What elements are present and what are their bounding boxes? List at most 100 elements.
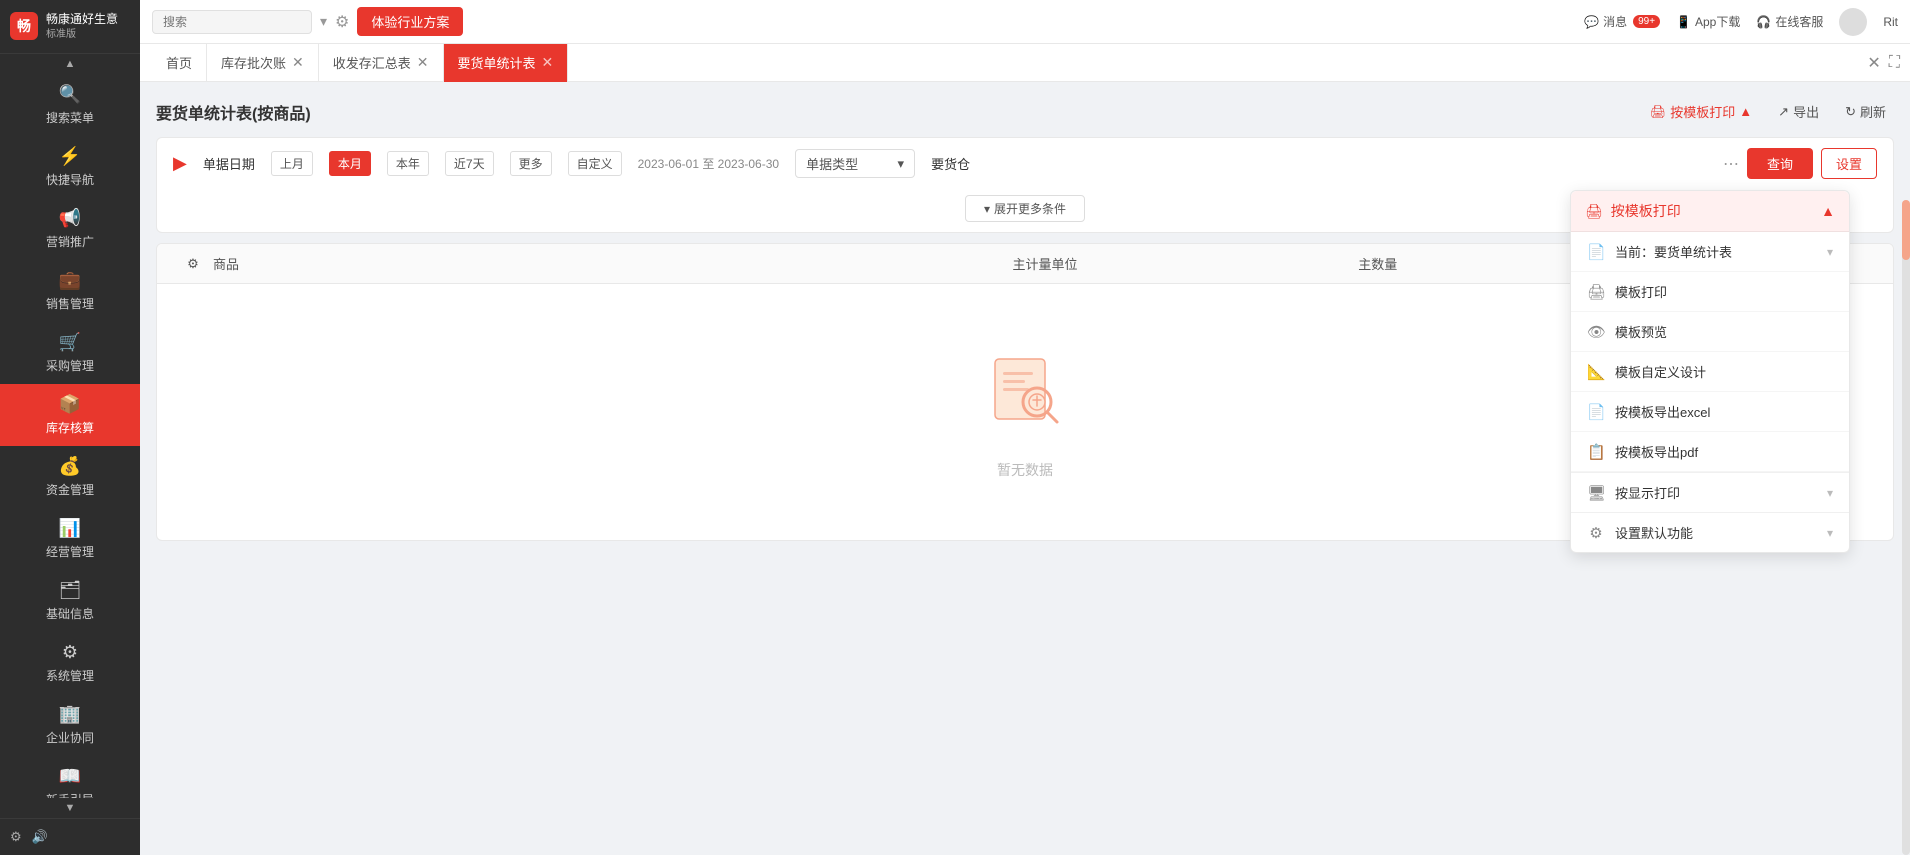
avatar[interactable] (1839, 8, 1867, 36)
dropdown-default-feature[interactable]: ⚙ 设置默认功能 ▾ (1571, 512, 1849, 552)
search-chevron-icon[interactable]: ▾ (320, 13, 327, 30)
headset-icon: 🎧 (1756, 15, 1771, 29)
sidebar-item-enterprise[interactable]: 🏢 企业协同 (0, 694, 140, 756)
more-options-icon[interactable]: ⋯ (1723, 154, 1739, 174)
search-input[interactable] (152, 10, 312, 34)
close-window-icon[interactable]: ✕ (1867, 53, 1880, 73)
sales-icon: 💼 (59, 270, 81, 291)
type-filter-select[interactable]: 单据类型 ▾ (795, 149, 915, 178)
date-this-month-btn[interactable]: 本月 (329, 151, 371, 176)
current-template-icon: 📄 (1587, 243, 1605, 261)
expand-more-btn[interactable]: ▾ 展开更多条件 (965, 195, 1085, 222)
th-settings[interactable]: ⚙ (173, 256, 213, 272)
empty-text: 暂无数据 (997, 460, 1053, 480)
sidebar-item-system[interactable]: ⚙ 系统管理 (0, 632, 140, 694)
export-excel-label: 按模板导出excel (1615, 402, 1710, 421)
sidebar-item-quicknav[interactable]: ⚡ 快捷导航 (0, 136, 140, 198)
filter-expand-icon[interactable]: ▶ (173, 153, 187, 174)
date-custom-btn[interactable]: 自定义 (568, 151, 622, 176)
settings-icon[interactable]: ⚙ (10, 829, 22, 845)
topbar: ▾ ⚙ 体验行业方案 💬 消息 99+ 📱 App下载 🎧 在线客服 Rit (140, 0, 1910, 44)
dropdown-export-excel[interactable]: 📄 按模板导出excel (1571, 392, 1849, 432)
scrollbar-thumb[interactable] (1902, 200, 1910, 260)
tab-close-icon[interactable]: ✕ (417, 54, 429, 71)
date-7days-btn[interactable]: 近7天 (445, 151, 494, 176)
dropdown-current-template[interactable]: 📄 当前：要货单统计表 ▾ (1571, 232, 1849, 272)
dropdown-chevron-icon: ▲ (1821, 203, 1835, 219)
display-print-chevron: ▾ (1827, 486, 1833, 500)
template-design-icon: 📐 (1587, 363, 1605, 381)
dropdown-header-left: 🖨 按模板打印 (1585, 201, 1681, 221)
sidebar-item-label: 营销推广 (46, 233, 94, 250)
date-this-year-btn[interactable]: 本年 (387, 151, 429, 176)
sidebar: 畅 畅康通好生意 标准版 ▲ 🔍 搜索菜单 ⚡ 快捷导航 📢 营销推广 💼 销售… (0, 0, 140, 855)
dropdown-export-pdf[interactable]: 📋 按模板导出pdf (1571, 432, 1849, 472)
refresh-btn[interactable]: ↻ 刷新 (1837, 98, 1894, 125)
dropdown-template-preview[interactable]: 👁 模板预览 (1571, 312, 1849, 352)
sidebar-item-purchase[interactable]: 🛒 采购管理 (0, 322, 140, 384)
enterprise-icon: 🏢 (59, 704, 81, 725)
maximize-icon[interactable]: ⛶ (1889, 54, 1900, 72)
page-title: 要货单统计表(按商品) (156, 100, 311, 124)
dropdown-template-print[interactable]: 🖨 模板打印 (1571, 272, 1849, 312)
export-excel-icon: 📄 (1587, 403, 1605, 421)
export-btn[interactable]: ↗ 导出 (1770, 98, 1827, 125)
settings-btn[interactable]: 设置 (1821, 148, 1877, 179)
tab-order-stats-label: 要货单统计表 (458, 53, 536, 72)
print-template-dropdown: 🖨 按模板打印 ▲ 📄 当前：要货单统计表 ▾ 🖨 模板打印 👁 模板预览 📐 (1570, 190, 1850, 553)
sidebar-item-operations[interactable]: 📊 经营管理 (0, 508, 140, 570)
content-area: 要货单统计表(按商品) 🖨 按模板打印 ▲ ↗ 导出 ↻ 刷新 (140, 82, 1910, 855)
sidebar-item-sales[interactable]: 💼 销售管理 (0, 260, 140, 322)
current-template-label: 当前：要货单统计表 (1615, 242, 1732, 261)
tab-home[interactable]: 首页 (152, 44, 207, 82)
app-download-btn[interactable]: 📱 App下载 (1676, 13, 1740, 30)
sidebar-item-label: 销售管理 (46, 295, 94, 312)
sidebar-item-search[interactable]: 🔍 搜索菜单 (0, 74, 140, 136)
tab-inventory-batch[interactable]: 库存批次账 ✕ (207, 44, 319, 82)
th-unit: 主计量单位 (879, 254, 1212, 273)
dropdown-template-design[interactable]: 📐 模板自定义设计 (1571, 352, 1849, 392)
sidebar-item-basic[interactable]: 🗂 基础信息 (0, 570, 140, 632)
print-template-btn[interactable]: 🖨 按模板打印 ▲ (1642, 98, 1760, 125)
template-preview-label: 模板预览 (1615, 322, 1667, 341)
topbar-settings-icon[interactable]: ⚙ (335, 12, 349, 32)
filter-row: ▶ 单据日期 上月 本月 本年 近7天 更多 自定义 2023-06-01 至 … (173, 148, 1877, 179)
app-version: 标准版 (46, 28, 118, 41)
dropdown-header[interactable]: 🖨 按模板打印 ▲ (1571, 191, 1849, 232)
logo-icon: 畅 (10, 12, 38, 40)
date-last-month-btn[interactable]: 上月 (271, 151, 313, 176)
tab-receivable-summary[interactable]: 收发存汇总表 ✕ (319, 44, 444, 82)
template-design-label: 模板自定义设计 (1615, 362, 1706, 381)
scroll-down-btn[interactable]: ▼ (0, 798, 140, 818)
sidebar-item-label: 搜索菜单 (46, 109, 94, 126)
sidebar-item-label: 企业协同 (46, 729, 94, 746)
tab-close-icon[interactable]: ✕ (542, 54, 554, 71)
topbar-actions: 💬 消息 99+ 📱 App下载 🎧 在线客服 Rit (1584, 8, 1898, 36)
query-btn[interactable]: 查询 (1747, 148, 1813, 179)
right-scrollbar[interactable] (1902, 200, 1910, 855)
sound-icon[interactable]: 🔊 (32, 829, 48, 845)
chevron-up-icon: ▲ (1739, 104, 1752, 119)
quick-nav-icon: ⚡ (59, 146, 81, 167)
dropdown-display-print[interactable]: 🖥 按显示打印 ▾ (1571, 472, 1849, 512)
th-product: 商品 (213, 254, 879, 273)
sidebar-item-marketing[interactable]: 📢 营销推广 (0, 198, 140, 260)
messages-btn[interactable]: 💬 消息 99+ (1584, 13, 1660, 30)
sidebar-item-inventory[interactable]: 📦 库存核算 (0, 384, 140, 446)
select-chevron-icon: ▾ (898, 156, 905, 172)
tab-close-icon[interactable]: ✕ (292, 54, 304, 71)
refresh-label: 刷新 (1860, 102, 1886, 121)
dropdown-title: 按模板打印 (1611, 201, 1681, 221)
trial-btn[interactable]: 体验行业方案 (357, 7, 463, 36)
sidebar-item-guide[interactable]: 📖 新手引导 (0, 756, 140, 798)
online-service-btn[interactable]: 🎧 在线客服 (1756, 13, 1823, 30)
scroll-up-btn[interactable]: ▲ (0, 54, 140, 74)
sidebar-item-label: 基础信息 (46, 605, 94, 622)
sidebar-item-label: 采购管理 (46, 357, 94, 374)
date-more-btn[interactable]: 更多 (510, 151, 552, 176)
sidebar-item-finance[interactable]: 💰 资金管理 (0, 446, 140, 508)
tabs-bar: 首页 库存批次账 ✕ 收发存汇总表 ✕ 要货单统计表 ✕ ✕ ⛶ (140, 44, 1910, 82)
operations-icon: 📊 (59, 518, 81, 539)
export-pdf-label: 按模板导出pdf (1615, 442, 1698, 461)
tab-order-stats[interactable]: 要货单统计表 ✕ (444, 44, 569, 82)
